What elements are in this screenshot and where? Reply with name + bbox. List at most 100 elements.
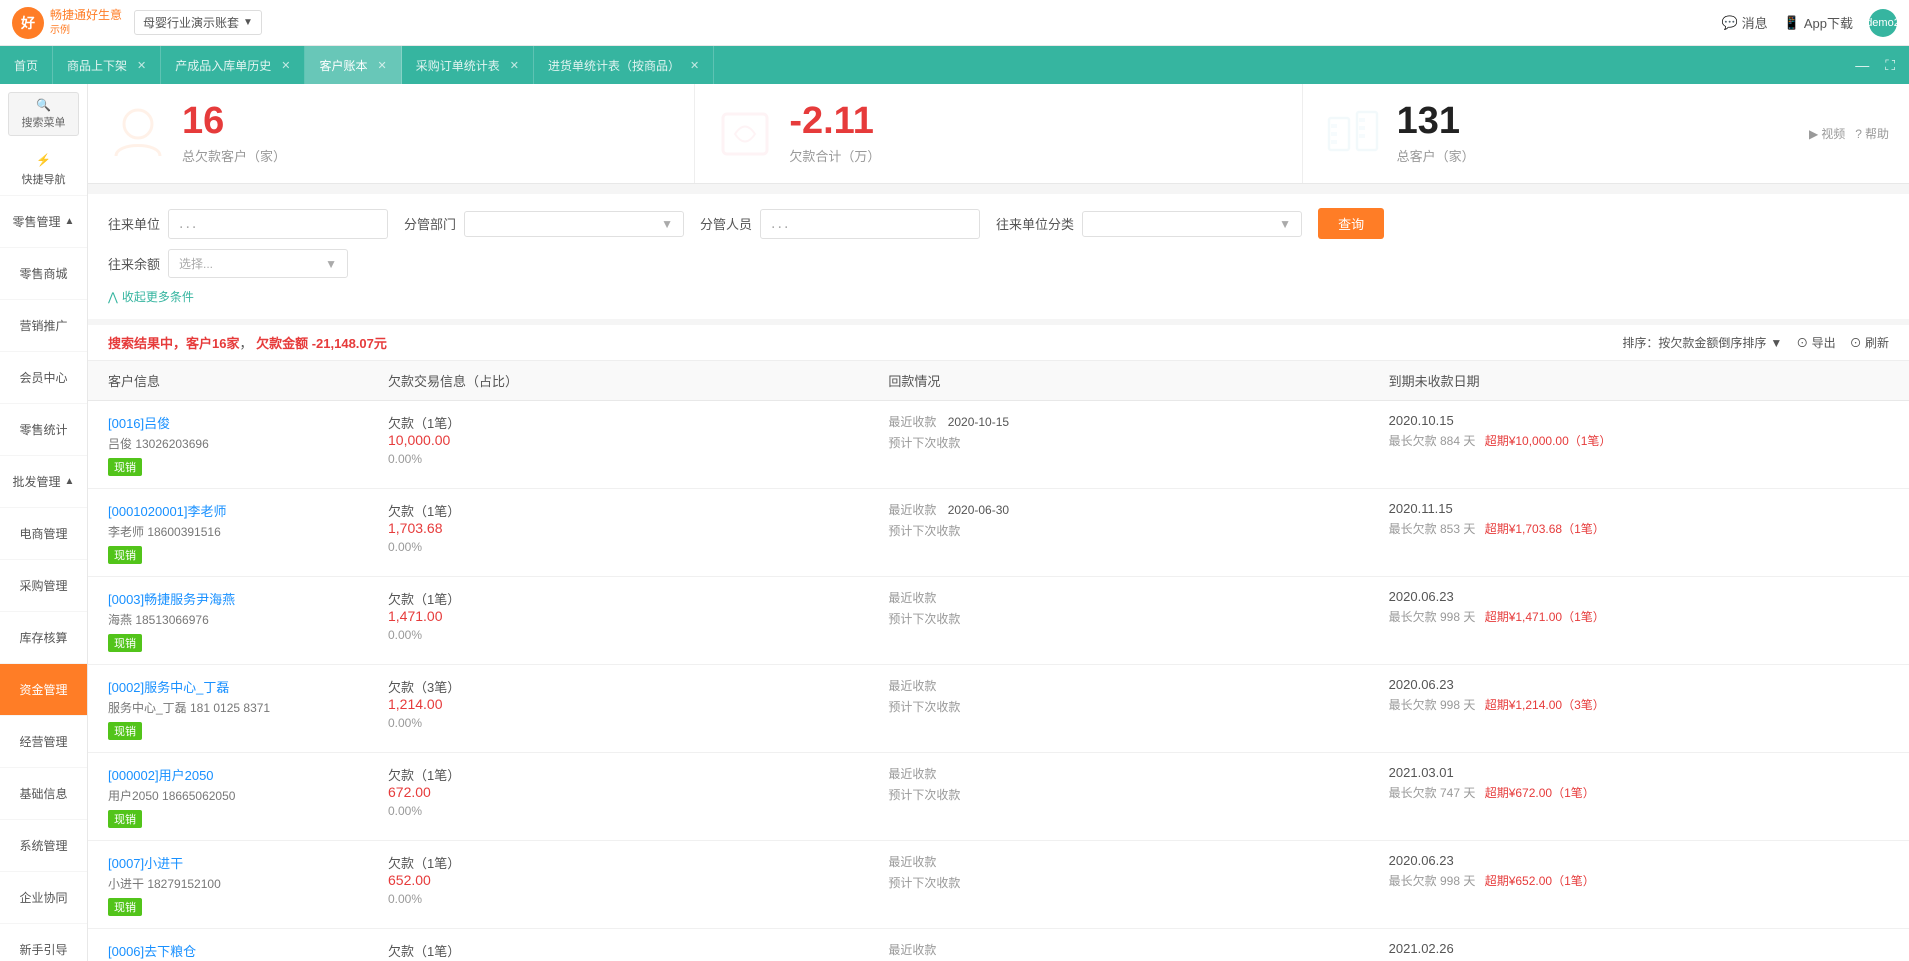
recovery-label-0: 最近收款: [888, 415, 936, 429]
tab-close-icon[interactable]: ✕: [137, 59, 146, 72]
debt-amount-icon: [715, 104, 775, 164]
dept-arrow-icon: ▼: [661, 217, 673, 231]
sidebar-item-retail-stats[interactable]: 零售统计: [0, 404, 87, 456]
sidebar-item-purchase[interactable]: 采购管理: [0, 560, 87, 612]
customer-name-1[interactable]: [0001020001]李老师: [108, 501, 388, 520]
table-row: [0003]畅捷服务尹海燕 海燕 18513066976 现销 欠款（1笔） 1…: [88, 577, 1909, 665]
table-row: [0002]服务中心_丁磊 服务中心_丁磊 181 0125 8371 现销 欠…: [88, 665, 1909, 753]
store-selector[interactable]: 母婴行业演示账套 ▼: [134, 10, 262, 35]
tab-customer-ledger[interactable]: 客户账本 ✕: [305, 46, 401, 84]
person-input[interactable]: ...: [760, 209, 980, 239]
stat-debt-amount: -2.11 欠款合计（万）: [695, 84, 1302, 183]
debt-cell-1: 欠款（1笔） 1,703.68 0.00%: [388, 501, 888, 554]
customer-name-0[interactable]: [0016]吕俊: [108, 413, 388, 432]
debt-customers-icon: [108, 104, 168, 164]
sidebar-item-marketing[interactable]: 营销推广: [0, 300, 87, 352]
sidebar-item-ecommerce[interactable]: 电商管理: [0, 508, 87, 560]
user-avatar[interactable]: demo2: [1869, 9, 1897, 37]
main-content: 16 总欠款客户（家） -2.11 欠款合计（万）: [88, 84, 1909, 961]
search-menu-btn[interactable]: 🔍 搜索菜单: [8, 92, 79, 136]
tab-product-listing[interactable]: 商品上下架 ✕: [53, 46, 161, 84]
stat-total-label: 总客户（家）: [1397, 146, 1475, 165]
category-arrow-icon: ▼: [1279, 217, 1291, 231]
table-row: [0007]小进干 小进干 18279152100 现销 欠款（1笔） 652.…: [88, 841, 1909, 929]
sidebar-item-wholesale[interactable]: 批发管理 ▲: [0, 456, 87, 508]
customer-name-2[interactable]: [0003]畅捷服务尹海燕: [108, 589, 388, 608]
search-button[interactable]: 查询: [1318, 208, 1384, 239]
filter-area: 往来单位 ... 分管部门 ▼ 分管人员 ...: [88, 194, 1909, 319]
tab-home[interactable]: 首页: [0, 46, 53, 84]
customer-cell-0: [0016]吕俊 吕俊 13026203696 现销: [108, 413, 388, 476]
sidebar-item-beginner[interactable]: 新手引导: [0, 924, 87, 961]
stat-amount-info: -2.11 欠款合计（万）: [789, 102, 880, 165]
customer-tag-1: 现销: [108, 546, 142, 564]
stats-row: 16 总欠款客户（家） -2.11 欠款合计（万）: [88, 84, 1909, 184]
debt-count-0: 欠款（1笔）: [388, 413, 888, 432]
sidebar-item-basic-info[interactable]: 基础信息: [0, 768, 87, 820]
sidebar-item-operations[interactable]: 经营管理: [0, 716, 87, 768]
debt-ratio-1: 0.00%: [388, 540, 888, 554]
tab-close-icon[interactable]: ✕: [378, 59, 387, 72]
tab-purchase-stats[interactable]: 采购订单统计表 ✕: [402, 46, 534, 84]
stat-total-info: 131 总客户（家）: [1397, 102, 1475, 165]
customer-tag-0: 现销: [108, 458, 142, 476]
dept-label: 分管部门: [404, 214, 456, 233]
debt-amount-1[interactable]: 1,703.68: [388, 520, 888, 536]
filter-row-1: 往来单位 ... 分管部门 ▼ 分管人员 ...: [108, 208, 1889, 239]
sidebar-item-quick-nav[interactable]: ⚡ 快捷导航: [0, 144, 87, 196]
refresh-btn[interactable]: ⊙ 刷新: [1850, 334, 1889, 351]
table-container: 客户信息 欠款交易信息（占比） 回款情况 到期未收款日期 [0016]吕俊 吕俊…: [88, 361, 1909, 961]
help-icon: ?: [1855, 127, 1862, 141]
table-row: [000002]用户2050 用户2050 18665062050 现销 欠款（…: [88, 753, 1909, 841]
col-debt-info: 欠款交易信息（占比）: [388, 371, 888, 390]
avatar-icon: demo2: [1869, 9, 1897, 37]
help-btn[interactable]: ? 帮助: [1855, 125, 1889, 142]
stat-amount-number: -2.11: [789, 102, 880, 140]
stat-debt-label: 总欠款客户（家）: [182, 146, 286, 165]
sort-select[interactable]: 排序：按欠款金额倒序排序 ▼: [1622, 334, 1782, 351]
sidebar-item-retail-mgmt[interactable]: 零售管理 ▲: [0, 196, 87, 248]
tab-maximize-btn[interactable]: ⛶: [1881, 55, 1899, 76]
filter-dept: 分管部门 ▼: [404, 211, 684, 237]
overdue-link-0[interactable]: 超期¥10,000.00（1笔）: [1485, 434, 1612, 448]
sidebar-item-enterprise-collab[interactable]: 企业协同: [0, 872, 87, 924]
stat-amount-label: 欠款合计（万）: [789, 146, 880, 165]
video-icon: ▶: [1809, 127, 1818, 141]
message-btn[interactable]: 💬 消息: [1721, 13, 1767, 32]
customer-input[interactable]: ...: [168, 209, 388, 239]
sidebar-item-system[interactable]: 系统管理: [0, 820, 87, 872]
debt-amount-0[interactable]: 10,000.00: [388, 432, 888, 448]
tab-production-history[interactable]: 产成品入库单历史 ✕: [161, 46, 305, 84]
tab-minimize-btn[interactable]: —: [1851, 55, 1873, 75]
dept-input[interactable]: ▼: [464, 211, 684, 237]
due-cell-5: 2020.06.23 最长欠款 998 天 超期¥652.00（1笔）: [1389, 853, 1889, 889]
sidebar-item-retail-mall[interactable]: 零售商城: [0, 248, 87, 300]
sidebar-item-finance[interactable]: 资金管理: [0, 664, 87, 716]
sidebar: 🔍 搜索菜单 ⚡ 快捷导航 零售管理 ▲ 零售商城 营销推广 会员中心 零售统计…: [0, 84, 88, 961]
due-cell-2: 2020.06.23 最长欠款 998 天 超期¥1,471.00（1笔）: [1389, 589, 1889, 625]
stat-debt-info: 16 总欠款客户（家）: [182, 102, 286, 165]
person-label: 分管人员: [700, 214, 752, 233]
customer-cell-4: [000002]用户2050 用户2050 18665062050 现销: [108, 765, 388, 828]
balance-input[interactable]: 选择... ▼: [168, 249, 348, 278]
sidebar-item-member[interactable]: 会员中心: [0, 352, 87, 404]
tab-close-icon[interactable]: ✕: [690, 59, 699, 72]
col-customer-info: 客户信息: [108, 371, 388, 390]
category-input[interactable]: ▼: [1082, 211, 1302, 237]
tab-close-icon[interactable]: ✕: [281, 59, 290, 72]
export-btn[interactable]: ⊙ 导出: [1796, 334, 1835, 351]
app-download-btn[interactable]: 📱 App下载: [1784, 13, 1853, 32]
collapse-filter-btn[interactable]: ⋀ 收起更多条件: [108, 288, 1889, 305]
chevron-down-icon: ▲: [65, 476, 75, 487]
recovery-cell-1: 最近收款 2020-06-30 预计下次收款: [888, 501, 1388, 539]
view-btn[interactable]: ▶ 视频: [1809, 125, 1845, 142]
sidebar-item-inventory[interactable]: 库存核算: [0, 612, 87, 664]
tab-goods-stats[interactable]: 进货单统计表（按商品） ✕: [534, 46, 714, 84]
due-cell-6: 2021.02.26 最长欠款 750 天 超期¥455.90（1笔）: [1389, 941, 1889, 961]
recovery-next-0: 预计下次收款: [888, 434, 1388, 451]
logo: 好 畅捷通好生意 示例: [12, 7, 122, 39]
collapse-icon: ⋀: [108, 290, 118, 304]
tab-close-icon[interactable]: ✕: [510, 59, 519, 72]
recovery-cell-4: 最近收款 预计下次收款: [888, 765, 1388, 803]
table-row: [0001020001]李老师 李老师 18600391516 现销 欠款（1笔…: [88, 489, 1909, 577]
